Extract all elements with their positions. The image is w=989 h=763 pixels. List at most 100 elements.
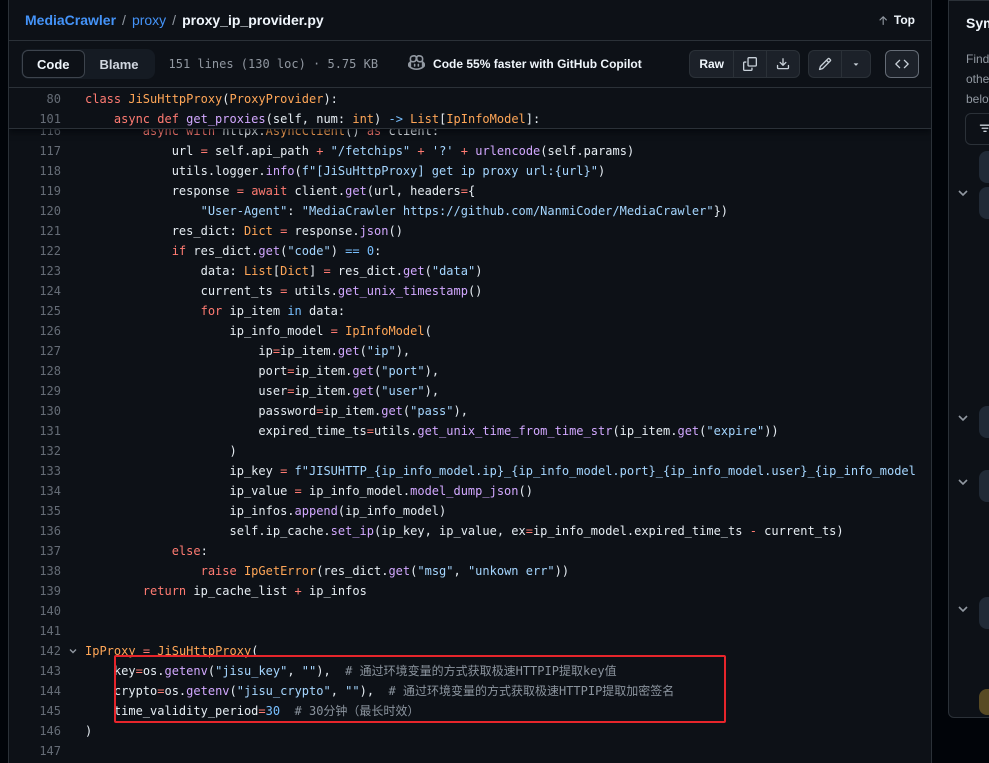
copy-raw-button[interactable] [733, 50, 766, 78]
arrow-up-icon [877, 14, 889, 27]
line-number[interactable]: 121 [9, 221, 61, 241]
edit-group [808, 50, 871, 78]
chevron-down-icon[interactable] [955, 474, 971, 490]
symbol-item[interactable] [979, 406, 989, 438]
code-line: 123 data: List[Dict] = res_dict.get("dat… [9, 261, 931, 281]
breadcrumb-repo-link[interactable]: MediaCrawler [25, 12, 116, 28]
breadcrumb: MediaCrawler / proxy / proxy_ip_provider… [9, 0, 931, 41]
gutter-spacer [61, 401, 85, 421]
code-line: 137 else: [9, 541, 931, 561]
code-line: 118 utils.logger.info(f"[JiSuHttpProxy] … [9, 161, 931, 181]
github-code-view: MediaCrawler / proxy / proxy_ip_provider… [0, 0, 989, 763]
line-number[interactable]: 129 [9, 381, 61, 401]
line-number[interactable]: 124 [9, 281, 61, 301]
code-line: 101 async def get_proxies(self, num: int… [9, 109, 931, 129]
symbols-panel-heading: Symbols [966, 15, 989, 31]
gutter-spacer [61, 421, 85, 441]
collapse-chevron-icon[interactable] [61, 641, 85, 661]
download-raw-button[interactable] [766, 50, 800, 78]
chevron-down-icon[interactable] [955, 410, 971, 426]
line-number[interactable]: 140 [9, 601, 61, 621]
code-line: 117 url = self.api_path + "/fetchips" + … [9, 141, 931, 161]
line-number[interactable]: 139 [9, 581, 61, 601]
code-line: 126 ip_info_model = IpInfoModel( [9, 321, 931, 341]
line-number[interactable]: 138 [9, 561, 61, 581]
code-text: data: List[Dict] = res_dict.get("data") [85, 261, 931, 281]
scroll-to-top-button[interactable]: Top [877, 13, 915, 27]
gutter-spacer [61, 241, 85, 261]
code-line: 122 if res_dict.get("code") == 0: [9, 241, 931, 261]
symbols-filter-button[interactable] [965, 113, 989, 145]
copilot-banner[interactable]: Code 55% faster with GitHub Copilot [408, 54, 642, 74]
symbols-panel: Symbols Find other below [948, 0, 989, 718]
symbol-item[interactable] [979, 597, 989, 629]
chevron-down-icon[interactable] [955, 185, 971, 201]
line-number[interactable]: 127 [9, 341, 61, 361]
gutter-spacer [61, 109, 85, 129]
line-number[interactable]: 136 [9, 521, 61, 541]
line-number[interactable]: 145 [9, 701, 61, 721]
gutter-spacer [61, 221, 85, 241]
code-line: 131 expired_time_ts=utils.get_unix_time_… [9, 421, 931, 441]
tab-blame[interactable]: Blame [85, 50, 154, 78]
gutter-spacer [61, 461, 85, 481]
gutter-spacer [61, 601, 85, 621]
symbols-panel-toggle-button[interactable] [885, 50, 919, 78]
code-text [85, 741, 931, 761]
line-number[interactable]: 135 [9, 501, 61, 521]
sticky-context-lines: 80class JiSuHttpProxy(ProxyProvider):101… [9, 89, 931, 129]
code-line: 130 password=ip_item.get("pass"), [9, 401, 931, 421]
code-line: 142IpProxy = JiSuHttpProxy( [9, 641, 931, 661]
code-text: class JiSuHttpProxy(ProxyProvider): [85, 89, 931, 109]
line-number[interactable]: 123 [9, 261, 61, 281]
raw-button[interactable]: Raw [689, 50, 733, 78]
line-number[interactable]: 131 [9, 421, 61, 441]
line-number[interactable]: 126 [9, 321, 61, 341]
line-number[interactable]: 137 [9, 541, 61, 561]
code-text: url = self.api_path + "/fetchips" + '?' … [85, 141, 931, 161]
chevron-down-icon[interactable] [955, 601, 971, 617]
line-number[interactable]: 122 [9, 241, 61, 261]
gutter-spacer [61, 501, 85, 521]
line-number[interactable]: 128 [9, 361, 61, 381]
line-number[interactable]: 144 [9, 681, 61, 701]
line-number[interactable]: 117 [9, 141, 61, 161]
line-number[interactable]: 134 [9, 481, 61, 501]
edit-file-button[interactable] [808, 50, 841, 78]
pencil-icon [818, 57, 832, 71]
edit-dropdown-button[interactable] [841, 50, 871, 78]
code-text: ip_key = f"JISUHTTP_{ip_info_model.ip}_{… [85, 461, 931, 481]
line-number[interactable]: 147 [9, 741, 61, 761]
line-number[interactable]: 143 [9, 661, 61, 681]
breadcrumb-folder-link[interactable]: proxy [132, 12, 166, 28]
code-line: 145 time_validity_period=30 # 30分钟（最长时效） [9, 701, 931, 721]
line-number[interactable]: 132 [9, 441, 61, 461]
gutter-spacer [61, 481, 85, 501]
line-number[interactable]: 125 [9, 301, 61, 321]
line-number[interactable]: 130 [9, 401, 61, 421]
line-number[interactable]: 119 [9, 181, 61, 201]
symbol-item[interactable] [979, 689, 989, 715]
code-text: ) [85, 441, 931, 461]
line-number[interactable]: 120 [9, 201, 61, 221]
line-number[interactable]: 133 [9, 461, 61, 481]
code-text: user=ip_item.get("user"), [85, 381, 931, 401]
line-number[interactable]: 118 [9, 161, 61, 181]
code-text: self.ip_cache.set_ip(ip_key, ip_value, e… [85, 521, 931, 541]
code-line: 80 class JiSuHttpProxy(ProxyProvider): [9, 89, 931, 109]
symbol-item[interactable] [979, 151, 989, 183]
copy-icon [743, 57, 757, 71]
code-editor: 116 async with httpx.AsyncClient() as cl… [9, 89, 931, 763]
line-number[interactable]: 80 [9, 89, 61, 109]
code-text: crypto=os.getenv("jisu_crypto", ""), # 通… [85, 681, 931, 701]
symbol-item[interactable] [979, 470, 989, 502]
line-number[interactable]: 141 [9, 621, 61, 641]
symbol-item[interactable] [979, 187, 989, 219]
code-text: response = await client.get(url, headers… [85, 181, 931, 201]
line-number[interactable]: 142 [9, 641, 61, 661]
line-number[interactable]: 101 [9, 109, 61, 129]
code-text: ip=ip_item.get("ip"), [85, 341, 931, 361]
tab-code[interactable]: Code [22, 50, 85, 78]
line-number[interactable]: 146 [9, 721, 61, 741]
gutter-spacer [61, 301, 85, 321]
